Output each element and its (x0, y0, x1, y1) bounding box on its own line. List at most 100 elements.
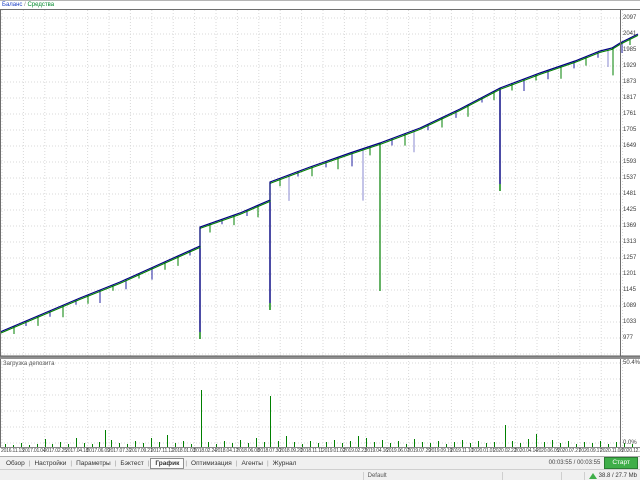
load-bar (99, 442, 100, 447)
start-button[interactable]: Старт (604, 457, 638, 469)
load-bar (462, 440, 463, 447)
x-axis-label: 2018.01.03 (172, 448, 196, 454)
load-bar (264, 442, 265, 447)
deposit-load-label: Загрузка депозита (3, 361, 55, 367)
load-bar (406, 444, 407, 447)
load-bar (414, 439, 415, 447)
load-bar (270, 396, 271, 447)
y-axis-label: 2097 (623, 15, 637, 21)
tab-график[interactable]: График (150, 457, 185, 469)
tab-журнал[interactable]: Журнал (270, 460, 300, 467)
x-axis-label: 2020.06.05 (536, 448, 560, 454)
load-bar (326, 442, 327, 447)
load-bar (216, 444, 217, 447)
tester-tabbar: Обзор | Настройки | Параметры | Бэктест | График… (0, 456, 640, 469)
load-bar (111, 440, 112, 447)
load-bar (446, 444, 447, 447)
load-bar (528, 439, 529, 447)
tabbar-right: 00:03:55 / 00:03:55 Старт (549, 457, 640, 469)
load-bar (208, 442, 209, 447)
balance-chart-svg (0, 9, 640, 448)
load-bar (159, 442, 160, 447)
y-axis-label: 1425 (623, 207, 637, 213)
load-bar (544, 442, 545, 447)
load-bar (536, 434, 537, 447)
y-axis-label: 977 (623, 335, 634, 341)
load-bar (84, 443, 85, 447)
x-axis-label: 2020.07.27 (557, 448, 581, 454)
traffic-value: 38.8 / 27.7 Mb (598, 472, 637, 479)
y-axis-label: 1705 (623, 127, 637, 133)
traffic-indicator[interactable]: 38.8 / 27.7 Mb (585, 470, 640, 480)
load-bar (13, 445, 14, 447)
load-bar (151, 438, 152, 447)
load-bar (37, 444, 38, 447)
load-bar (486, 443, 487, 447)
legend-balance-label: Баланс (2, 2, 23, 8)
tab-обзор[interactable]: Обзор (3, 460, 28, 467)
x-axis-label: 2020.09.17 (578, 448, 602, 454)
load-bar (302, 444, 303, 447)
load-bar (52, 444, 53, 447)
load-bar (183, 441, 184, 447)
x-axis-label: 2017.02.25 (43, 448, 67, 454)
load-bar (374, 442, 375, 447)
x-axis-label: 2018.11.11 (300, 448, 323, 454)
profile-name: Default (367, 472, 387, 479)
profile-indicator[interactable]: Default (364, 470, 502, 480)
load-bar (76, 438, 77, 447)
y-axis-label: 1369 (623, 223, 637, 229)
load-bar (512, 441, 513, 447)
tab-бэктест[interactable]: Бэктест (117, 460, 146, 467)
load-bar (191, 444, 192, 447)
load-bar (45, 439, 46, 447)
tab-параметры[interactable]: Параметры (73, 460, 114, 467)
x-axis-label: 2017.07.31 (108, 448, 132, 454)
tester-graph-pane[interactable]: Баланс / Средства Загрузка депозита 2097… (0, 1, 640, 456)
x-axis-label: 2019.11.10 (450, 448, 474, 454)
x-axis-label: 2019.01.02 (322, 448, 346, 454)
load-bar (294, 442, 295, 447)
load-bar (494, 442, 495, 447)
load-bar (143, 443, 144, 447)
load-bar (248, 443, 249, 447)
y-axis-label: 1145 (623, 287, 636, 293)
chart-legend: Баланс / Средства (2, 1, 54, 9)
load-bar (520, 443, 521, 447)
x-axis-label: 2020.04.14 (514, 448, 538, 454)
load-bar (135, 441, 136, 447)
x-axis-label: 2019.02.23 (343, 448, 367, 454)
load-bar (350, 441, 351, 447)
tab-агенты[interactable]: Агенты (239, 460, 266, 467)
x-axis-label: 2018.09.20 (279, 448, 303, 454)
load-bar (552, 440, 553, 447)
load-bar (390, 443, 391, 447)
x-axis-label: 2020.02.22 (493, 448, 517, 454)
load-bar (478, 441, 479, 447)
load-bar (584, 442, 585, 447)
x-axis-label: 2018.07.30 (257, 448, 281, 454)
load-bar (608, 444, 609, 447)
y-axis-label: 1537 (623, 175, 637, 181)
y-axis-label: 2041 (623, 31, 637, 37)
load-bar (310, 441, 311, 447)
load-bar (92, 444, 93, 447)
x-axis-label: 2016.11.13 (1, 448, 24, 454)
y-axis-label: 1593 (623, 159, 637, 165)
load-bar (470, 443, 471, 447)
load-bar (382, 440, 383, 447)
load-bar (29, 445, 30, 447)
load-bar (232, 443, 233, 447)
strategy-tester-window: Баланс / Средства Загрузка депозита 2097… (0, 0, 640, 480)
load-bar (568, 441, 569, 447)
tab-оптимизация[interactable]: Оптимизация (188, 460, 235, 467)
load-bar (600, 441, 601, 447)
statusbar-cell (503, 470, 561, 480)
load-bar (127, 444, 128, 447)
y-axis-label: 1313 (623, 239, 637, 245)
load-bar (422, 442, 423, 447)
tab-настройки[interactable]: Настройки (31, 460, 69, 467)
x-axis-label: 2017.06.09 (86, 448, 110, 454)
load-bar (592, 443, 593, 447)
x-axis-label: 2019.04.16 (364, 448, 388, 454)
